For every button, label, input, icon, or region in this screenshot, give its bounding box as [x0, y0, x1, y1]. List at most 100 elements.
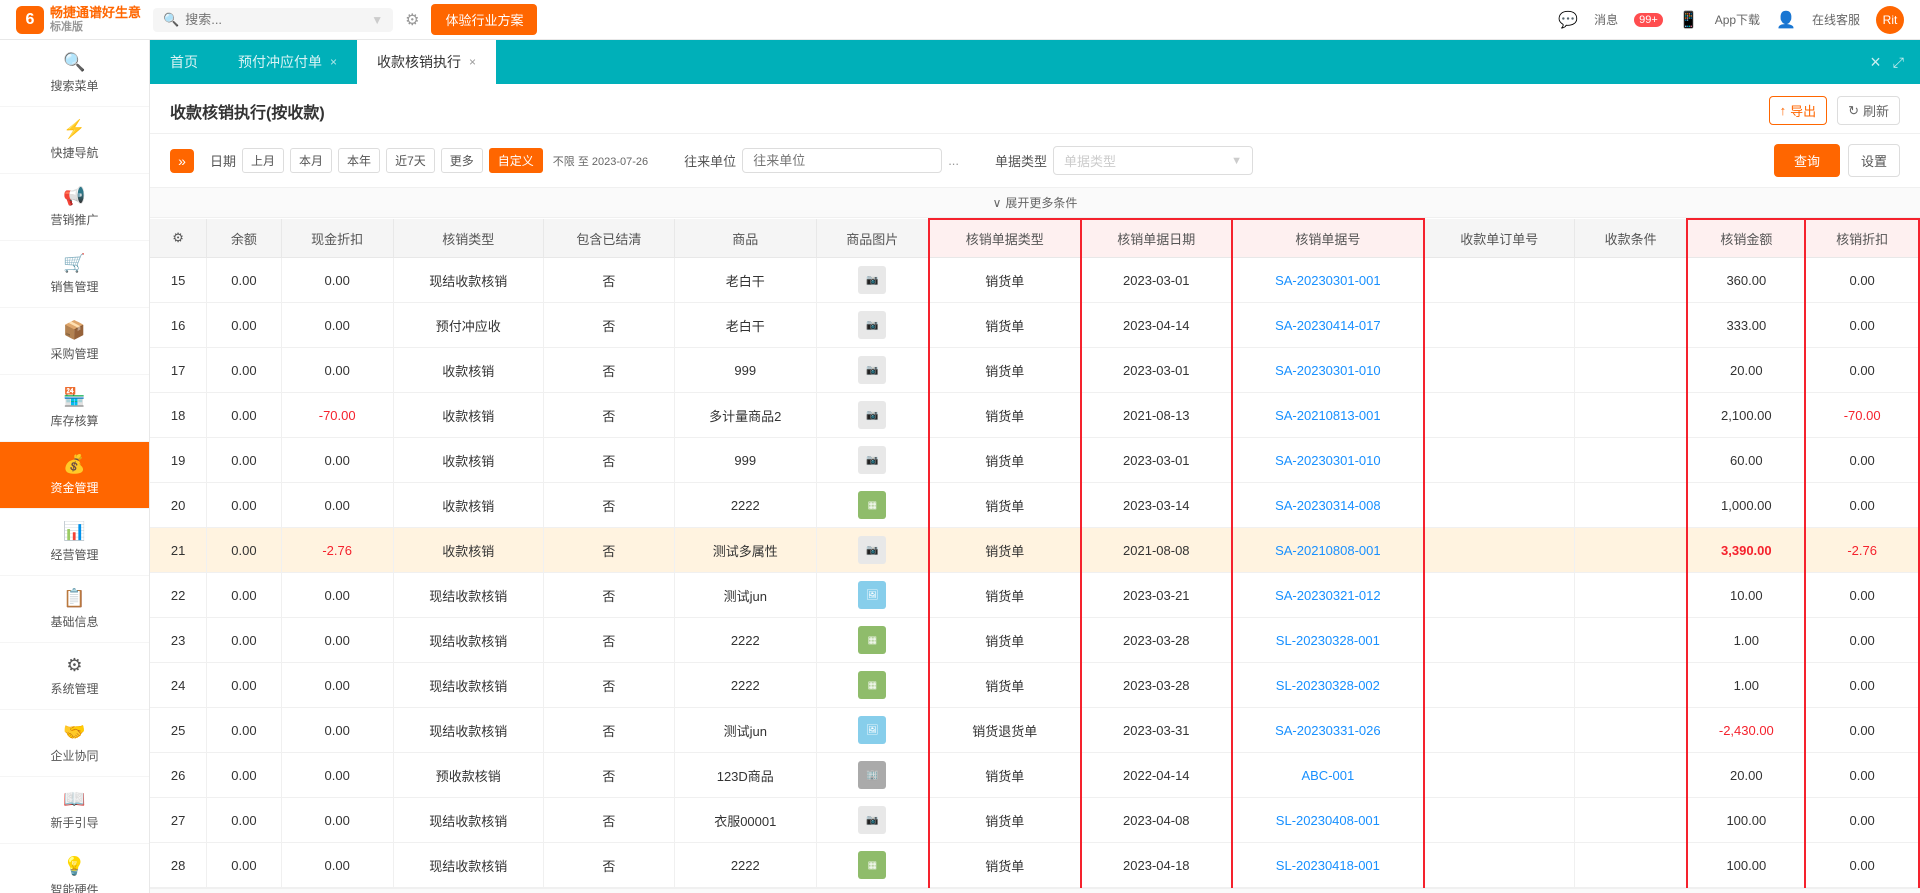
cell-cash-discount: 0.00 — [281, 753, 393, 798]
filter-toggle-button[interactable]: » — [170, 149, 194, 173]
date-filter-group: 日期 上月 本月 本年 近7天 更多 自定义 不限 至 2023-07-26 — [210, 148, 648, 173]
cell-goods: 老白干 — [674, 303, 816, 348]
sidebar-item-hardware[interactable]: 💡 智能硬件 — [0, 844, 149, 893]
bill-no-link[interactable]: SL-20230328-001 — [1276, 633, 1380, 648]
cell-order-no — [1424, 573, 1575, 618]
sidebar-item-marketing[interactable]: 📢 营销推广 — [0, 174, 149, 241]
cell-order-no — [1424, 258, 1575, 303]
cell-goods: 2222 — [674, 663, 816, 708]
tab-prepay-close-icon[interactable]: × — [330, 55, 337, 69]
bill-type-select[interactable]: 单据类型 ▼ — [1053, 146, 1253, 175]
bill-no-link[interactable]: SA-20210813-001 — [1275, 408, 1381, 423]
export-label: 导出 — [1790, 101, 1816, 120]
cell-amount: 20.00 — [1687, 753, 1805, 798]
table-row: 15 0.00 0.00 现结收款核销 否 老白干 📷 销货单 2023-03-… — [150, 258, 1919, 303]
cell-balance: 0.00 — [207, 753, 281, 798]
bill-no-link[interactable]: SA-20210808-001 — [1275, 543, 1381, 558]
expand-more-bar[interactable]: ∨ 展开更多条件 — [150, 188, 1920, 218]
cell-included: 否 — [543, 393, 674, 438]
page-content: 收款核销执行(按收款) ↑ 导出 ↻ 刷新 » — [150, 84, 1920, 893]
sidebar-item-basic-label: 基础信息 — [50, 613, 98, 630]
bill-no-link[interactable]: SA-20230321-012 — [1275, 588, 1381, 603]
goods-image: 📷 — [858, 356, 886, 384]
export-button[interactable]: ↑ 导出 — [1769, 96, 1828, 125]
sidebar-item-operation[interactable]: 📊 经营管理 — [0, 509, 149, 576]
query-button[interactable]: 查询 — [1774, 144, 1840, 177]
app-download-label[interactable]: App下载 — [1715, 11, 1760, 28]
sidebar-item-quick[interactable]: ⚡ 快捷导航 — [0, 107, 149, 174]
cell-bill-date: 2021-08-13 — [1081, 393, 1233, 438]
cell-balance: 0.00 — [207, 663, 281, 708]
tab-prepay[interactable]: 预付冲应付单 × — [218, 40, 357, 84]
date-btn-this-year[interactable]: 本年 — [338, 148, 380, 173]
from-unit-input[interactable] — [742, 148, 942, 173]
cell-included: 否 — [543, 843, 674, 888]
sidebar-item-cooperation[interactable]: 🤝 企业协同 — [0, 710, 149, 777]
sidebar-item-purchase[interactable]: 📦 采购管理 — [0, 308, 149, 375]
bill-no-link[interactable]: SA-20230331-026 — [1275, 723, 1381, 738]
sidebar-item-system[interactable]: ⚙ 系统管理 — [0, 643, 149, 710]
online-service-label[interactable]: 在线客服 — [1812, 11, 1860, 28]
col-header-settings[interactable]: ⚙ — [150, 219, 207, 258]
cell-bill-date: 2023-03-01 — [1081, 438, 1233, 483]
goods-image: ▦ — [858, 851, 886, 879]
cell-balance: 0.00 — [207, 303, 281, 348]
search-input[interactable] — [185, 12, 365, 27]
top-bar-left: 6 畅捷通谱好生意 标准版 🔍 ▼ ⚙ 体验行业方案 — [16, 4, 537, 35]
date-btn-last-month[interactable]: 上月 — [242, 148, 284, 173]
cell-order-no — [1424, 528, 1575, 573]
message-label[interactable]: 消息 — [1594, 11, 1618, 28]
bill-no-link[interactable]: SA-20230301-001 — [1275, 273, 1381, 288]
bill-no-link[interactable]: ABC-001 — [1301, 768, 1354, 783]
sidebar-item-sales[interactable]: 🛒 销售管理 — [0, 241, 149, 308]
settings-button[interactable]: 设置 — [1848, 144, 1900, 177]
sidebar-item-search[interactable]: 🔍 搜索菜单 — [0, 40, 149, 107]
cell-included: 否 — [543, 798, 674, 843]
cell-discount: 0.00 — [1805, 303, 1919, 348]
date-btn-7days[interactable]: 近7天 — [386, 148, 435, 173]
bill-no-link[interactable]: SL-20230408-001 — [1276, 813, 1380, 828]
bill-no-link[interactable]: SL-20230418-001 — [1276, 858, 1380, 873]
close-window-icon[interactable]: × — [1870, 52, 1881, 73]
table-row: 27 0.00 0.00 现结收款核销 否 衣服00001 📷 销货单 2023… — [150, 798, 1919, 843]
bill-no-link[interactable]: SA-20230301-010 — [1275, 453, 1381, 468]
cell-balance: 0.00 — [207, 348, 281, 393]
sidebar-item-operation-label: 经营管理 — [50, 546, 98, 563]
cell-pay-cond — [1574, 528, 1687, 573]
user-avatar[interactable]: Rit — [1876, 6, 1904, 34]
cell-amount: 1.00 — [1687, 663, 1805, 708]
date-btn-more[interactable]: 更多 — [441, 148, 483, 173]
date-btn-this-month[interactable]: 本月 — [290, 148, 332, 173]
date-btn-custom[interactable]: 自定义 — [489, 148, 543, 173]
gear-icon[interactable]: ⚙ — [405, 10, 419, 30]
bill-no-link[interactable]: SA-20230414-017 — [1275, 318, 1381, 333]
tab-collection-close-icon[interactable]: × — [469, 55, 476, 69]
table-row: 26 0.00 0.00 预收款核销 否 123D商品 🏢 销货单 2022-0… — [150, 753, 1919, 798]
sidebar-item-finance[interactable]: 💰 资金管理 — [0, 442, 149, 509]
cell-bill-date: 2022-04-14 — [1081, 753, 1233, 798]
bill-no-link[interactable]: SA-20230314-008 — [1275, 498, 1381, 513]
tab-home[interactable]: 首页 — [150, 40, 218, 84]
sidebar-item-guide[interactable]: 📖 新手引导 — [0, 777, 149, 844]
refresh-button[interactable]: ↻ 刷新 — [1837, 96, 1900, 125]
sidebar-item-basic[interactable]: 📋 基础信息 — [0, 576, 149, 643]
cell-order-no — [1424, 618, 1575, 663]
bill-no-link[interactable]: SL-20230328-002 — [1276, 678, 1380, 693]
col-header-cash-discount: 现金折扣 — [281, 219, 393, 258]
cell-balance: 0.00 — [207, 393, 281, 438]
cell-included: 否 — [543, 618, 674, 663]
cell-included: 否 — [543, 528, 674, 573]
cell-bill-type: 销货单 — [929, 843, 1081, 888]
maximize-icon[interactable]: ⤢ — [1893, 54, 1904, 71]
message-badge: 99+ — [1634, 13, 1663, 27]
bill-no-link[interactable]: SA-20230301-010 — [1275, 363, 1381, 378]
tab-collection[interactable]: 收款核销执行 × — [357, 40, 496, 84]
cell-balance: 0.00 — [207, 573, 281, 618]
industry-button[interactable]: 体验行业方案 — [431, 4, 537, 35]
message-icon: 💬 — [1558, 10, 1578, 30]
cell-balance: 0.00 — [207, 528, 281, 573]
cell-num: 25 — [150, 708, 207, 753]
sidebar-item-inventory[interactable]: 🏪 库存核算 — [0, 375, 149, 442]
table-row: 20 0.00 0.00 收款核销 否 2222 ▦ 销货单 2023-03-1… — [150, 483, 1919, 528]
col-header-included: 包含已结清 — [543, 219, 674, 258]
